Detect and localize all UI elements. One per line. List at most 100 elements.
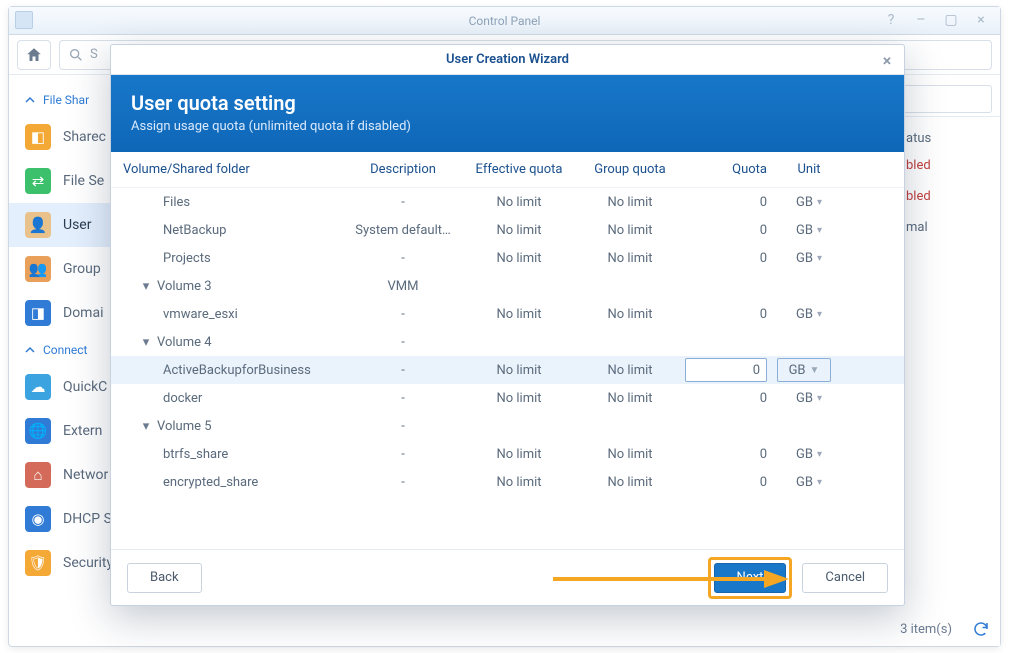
effective-quota-cell: No limit <box>463 251 575 266</box>
unit-cell[interactable]: GB ▾ <box>777 391 841 406</box>
content-footer: 3 item(s) <box>900 620 990 638</box>
group-quota-cell: No limit <box>575 391 685 406</box>
sidebar-item-label: Group <box>63 261 101 277</box>
unit-select[interactable]: GB ▼ <box>777 358 831 382</box>
volume-name: Volume 3 <box>157 279 212 294</box>
quota-cell: 0 <box>760 251 767 266</box>
search-icon <box>68 47 84 63</box>
status-cell: mal <box>900 212 992 243</box>
volume-row[interactable]: ▾ Volume 3 VMM <box>111 272 904 300</box>
sidebar-item-label: Security <box>63 555 113 571</box>
expand-icon[interactable]: ▾ <box>141 337 151 347</box>
column-header-volume[interactable]: Volume/Shared folder <box>123 162 343 177</box>
volume-name: Volume 5 <box>157 419 212 434</box>
refresh-icon[interactable] <box>972 620 990 638</box>
chevron-down-icon: ▼ <box>810 365 820 376</box>
item-count: 3 item(s) <box>900 622 952 637</box>
description-cell: - <box>343 447 463 462</box>
expand-icon[interactable]: ▾ <box>141 421 151 431</box>
unit-cell[interactable]: GB ▾ <box>777 447 841 462</box>
volume-row[interactable]: ▾ Volume 5 - <box>111 412 904 440</box>
unit-cell[interactable]: GB ▾ <box>777 223 841 238</box>
shared-folder-row[interactable]: ActiveBackupforBusiness-No limitNo limit… <box>111 356 904 384</box>
quota-table-body[interactable]: Files-No limitNo limit0GB ▾NetBackupSyst… <box>111 188 904 500</box>
shared-folder-row[interactable]: vmware_esxi-No limitNo limit0GB ▾ <box>111 300 904 328</box>
description-cell: - <box>343 475 463 490</box>
description-cell: VMM <box>343 279 463 294</box>
description-cell: - <box>343 363 463 378</box>
sidebar-item-label: User <box>63 217 91 233</box>
next-button-highlight: Next <box>708 557 793 599</box>
home-icon <box>25 46 43 64</box>
chevron-down-icon: ▾ <box>817 477 822 488</box>
unit-cell[interactable]: GB ▾ <box>777 475 841 490</box>
shared-folder-row[interactable]: NetBackupSystem default…No limitNo limit… <box>111 216 904 244</box>
modal-close-button[interactable]: × <box>876 49 898 71</box>
effective-quota-cell: No limit <box>463 223 575 238</box>
folder-name: ActiveBackupforBusiness <box>163 363 311 378</box>
chevron-up-icon <box>25 345 35 355</box>
sidebar-item-label: Sharec <box>63 129 106 145</box>
shared-folder-row[interactable]: encrypted_share-No limitNo limit0GB ▾ <box>111 468 904 496</box>
column-header-quota[interactable]: Quota <box>685 162 777 177</box>
sidebar-icon: ◨ <box>25 300 51 326</box>
filter-input[interactable] <box>892 85 992 113</box>
shared-folder-row[interactable]: docker-No limitNo limit0GB ▾ <box>111 384 904 412</box>
home-button[interactable] <box>17 40 51 70</box>
shared-folder-row[interactable]: btrfs_share-No limitNo limit0GB ▾ <box>111 440 904 468</box>
sidebar-icon: ◉ <box>25 506 51 532</box>
column-header-effective[interactable]: Effective quota <box>463 162 575 177</box>
back-button[interactable]: Back <box>127 563 202 593</box>
group-quota-cell: No limit <box>575 307 685 322</box>
expand-icon[interactable]: ▾ <box>141 281 151 291</box>
shared-folder-row[interactable]: Files-No limitNo limit0GB ▾ <box>111 188 904 216</box>
sidebar-item-label: DHCP S <box>63 511 112 527</box>
unit-cell[interactable]: GB ▾ <box>777 195 841 210</box>
group-quota-cell: No limit <box>575 475 685 490</box>
quota-cell: 0 <box>760 475 767 490</box>
description-cell: - <box>343 251 463 266</box>
close-icon[interactable]: × <box>966 7 996 33</box>
unit-cell[interactable]: GB ▾ <box>777 307 841 322</box>
description-cell: - <box>343 419 463 434</box>
help-icon[interactable]: ? <box>876 7 906 33</box>
cancel-button[interactable]: Cancel <box>802 563 888 593</box>
quota-cell: 0 <box>760 195 767 210</box>
sidebar-icon: ◧ <box>25 124 51 150</box>
sidebar-item-label: Domai <box>63 305 103 321</box>
unit-cell[interactable]: GB ▾ <box>777 251 841 266</box>
next-button[interactable]: Next <box>714 563 787 593</box>
volume-row[interactable]: ▾Volume 4- <box>111 328 904 356</box>
chevron-up-icon <box>25 95 35 105</box>
effective-quota-cell: No limit <box>463 447 575 462</box>
app-icon <box>15 11 33 29</box>
sidebar-item-label: Networ <box>63 467 108 483</box>
modal-body: Volume/Shared folder Description Effecti… <box>111 152 904 549</box>
shared-folder-row[interactable]: Projects-No limitNo limit0GB ▾ <box>111 244 904 272</box>
chevron-down-icon: ▾ <box>817 449 822 460</box>
titlebar: Control Panel ? – ▢ × <box>9 7 1000 35</box>
status-cell: bled <box>900 150 992 181</box>
quota-input[interactable] <box>685 358 767 382</box>
quota-cell: 0 <box>760 223 767 238</box>
column-header-unit[interactable]: Unit <box>777 162 841 177</box>
chevron-down-icon: ▾ <box>817 197 822 208</box>
maximize-icon[interactable]: ▢ <box>936 7 966 33</box>
description-cell: - <box>343 307 463 322</box>
minimize-icon[interactable]: – <box>906 7 936 33</box>
effective-quota-cell: No limit <box>463 391 575 406</box>
sidebar-icon: ☁ <box>25 374 51 400</box>
group-quota-cell: No limit <box>575 363 685 378</box>
volume-name: Volume 4 <box>157 335 212 350</box>
sidebar-item-label: QuickC <box>63 379 107 395</box>
folder-name: Files <box>163 195 190 210</box>
sidebar-icon: 👤 <box>25 212 51 238</box>
group-quota-cell: No limit <box>575 223 685 238</box>
chevron-down-icon: ▾ <box>817 253 822 264</box>
group-quota-cell: No limit <box>575 195 685 210</box>
quota-cell: 0 <box>760 307 767 322</box>
column-header-group[interactable]: Group quota <box>575 162 685 177</box>
sidebar-icon: ⇄ <box>25 168 51 194</box>
column-header-description[interactable]: Description <box>343 162 463 177</box>
effective-quota-cell: No limit <box>463 195 575 210</box>
